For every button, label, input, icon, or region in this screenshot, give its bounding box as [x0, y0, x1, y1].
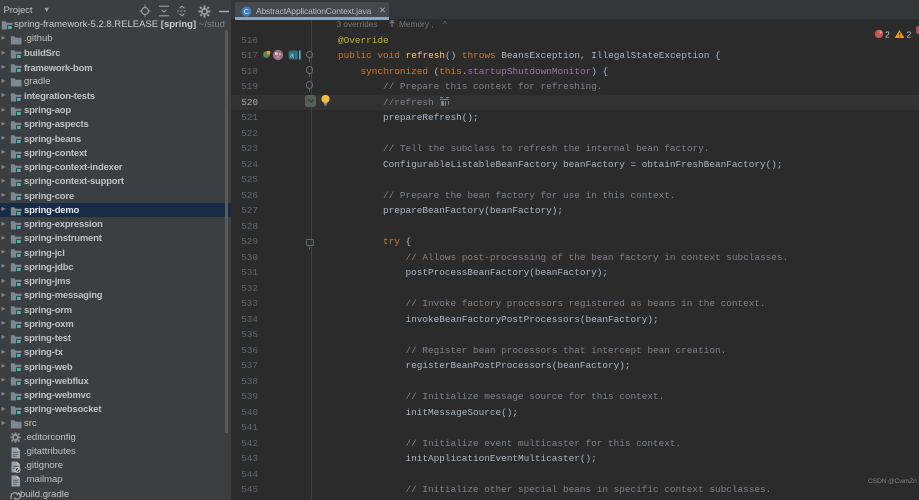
svg-text:2: 2: [907, 29, 912, 39]
svg-text:a: a: [290, 53, 294, 60]
svg-text:2: 2: [885, 29, 890, 39]
svg-text:C: C: [244, 7, 250, 16]
